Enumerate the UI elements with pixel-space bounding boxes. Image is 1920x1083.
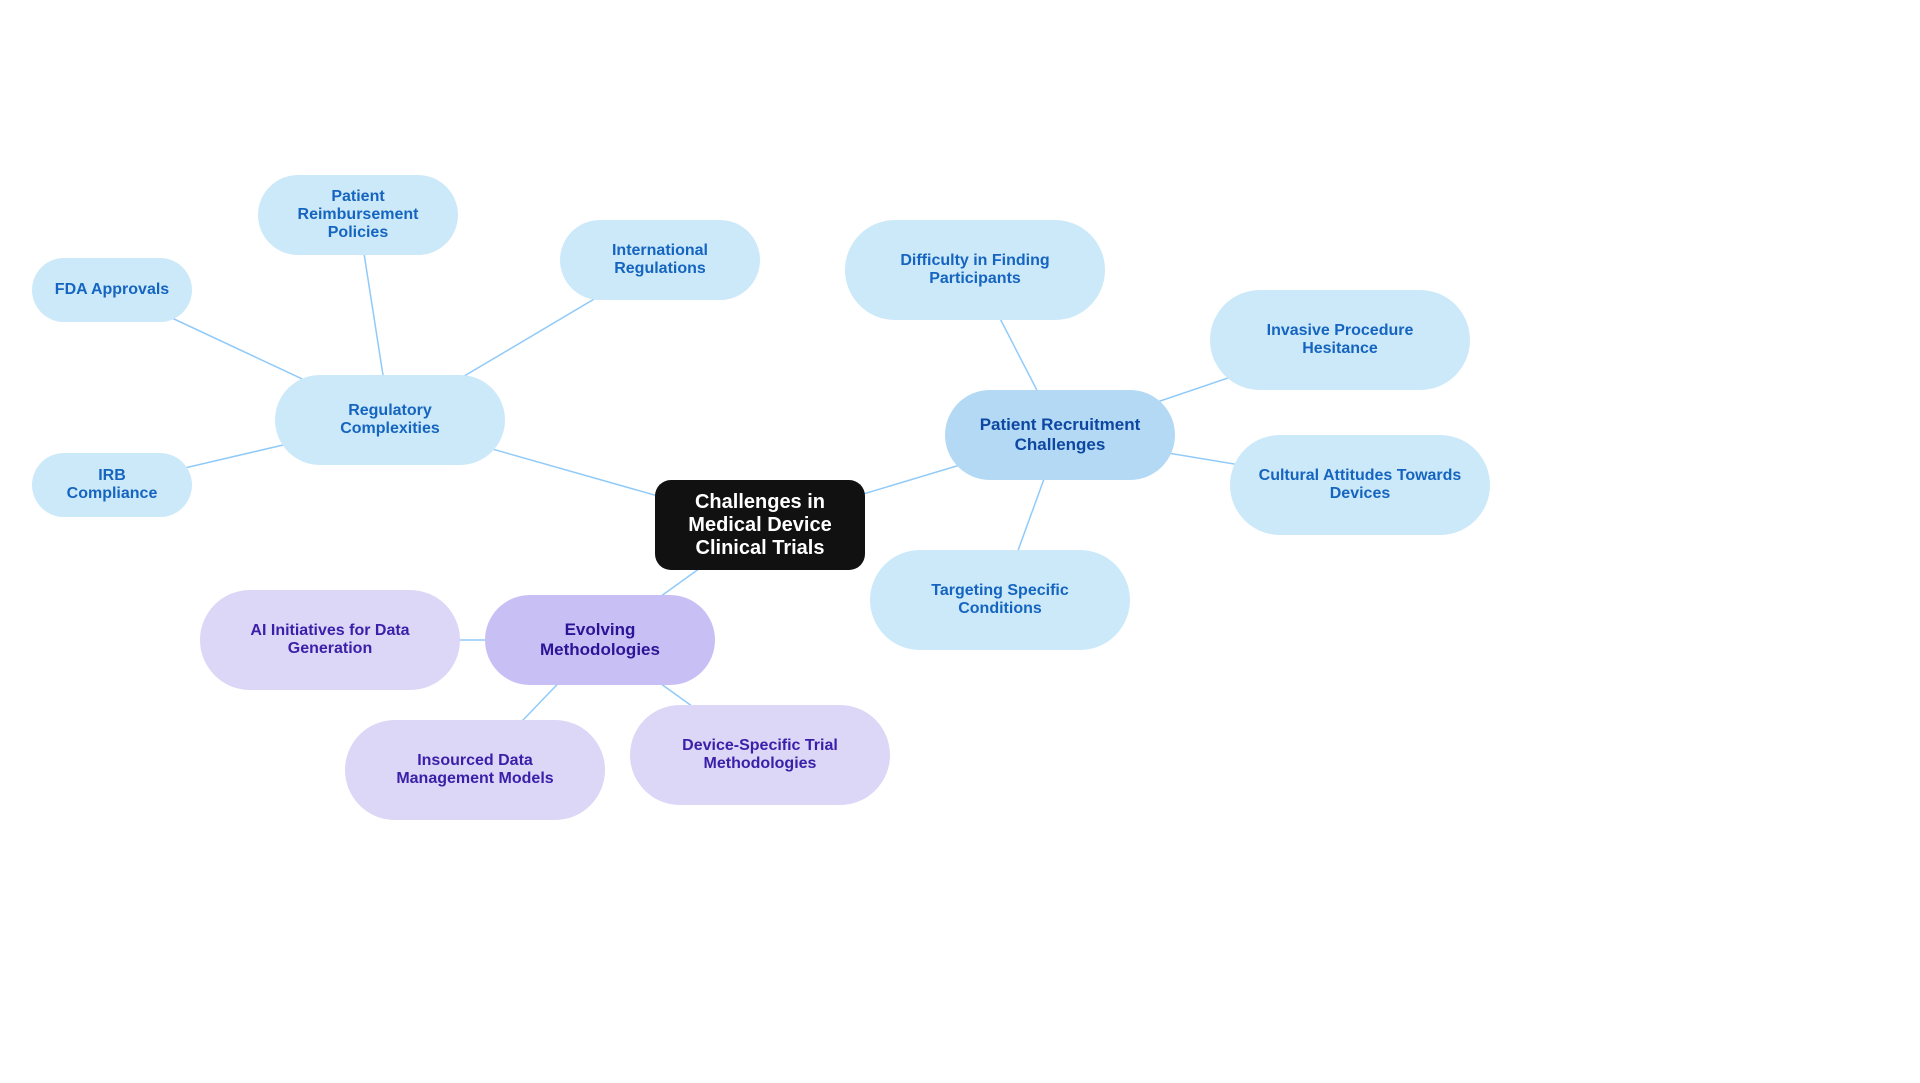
cultural-attitudes-label: Cultural Attitudes Towards Devices [1252,467,1468,503]
patient-recruitment-label: Patient Recruitment Challenges [969,415,1151,455]
ai-initiatives-node[interactable]: AI Initiatives for Data Generation [200,590,460,690]
invasive-procedure-label: Invasive Procedure Hesitance [1232,322,1448,358]
patient-recruitment-node[interactable]: Patient Recruitment Challenges [945,390,1175,480]
evolving-methodologies-node[interactable]: Evolving Methodologies [485,595,715,685]
patient-reimbursement-label: Patient Reimbursement Policies [280,188,436,242]
invasive-procedure-node[interactable]: Invasive Procedure Hesitance [1210,290,1470,390]
targeting-specific-node[interactable]: Targeting Specific Conditions [870,550,1130,650]
fda-approvals-label: FDA Approvals [55,281,169,299]
fda-approvals-node[interactable]: FDA Approvals [32,258,192,322]
insourced-data-label: Insourced Data Management Models [367,752,583,788]
irb-compliance-label: IRB Compliance [54,467,170,503]
international-regulations-label: International Regulations [582,242,738,278]
device-specific-node[interactable]: Device-Specific Trial Methodologies [630,705,890,805]
center-label: Challenges in Medical Device Clinical Tr… [673,491,847,560]
international-regulations-node[interactable]: International Regulations [560,220,760,300]
mindmap-container: Challenges in Medical Device Clinical Tr… [0,0,1920,1083]
regulatory-complexities-label: Regulatory Complexities [297,402,483,438]
connections-svg [0,0,1920,1083]
targeting-specific-label: Targeting Specific Conditions [892,582,1108,618]
device-specific-label: Device-Specific Trial Methodologies [652,737,868,773]
regulatory-complexities-node[interactable]: Regulatory Complexities [275,375,505,465]
insourced-data-node[interactable]: Insourced Data Management Models [345,720,605,820]
patient-reimbursement-node[interactable]: Patient Reimbursement Policies [258,175,458,255]
irb-compliance-node[interactable]: IRB Compliance [32,453,192,517]
difficulty-finding-node[interactable]: Difficulty in Finding Participants [845,220,1105,320]
center-node[interactable]: Challenges in Medical Device Clinical Tr… [655,480,865,570]
evolving-methodologies-label: Evolving Methodologies [509,620,691,660]
cultural-attitudes-node[interactable]: Cultural Attitudes Towards Devices [1230,435,1490,535]
ai-initiatives-label: AI Initiatives for Data Generation [222,622,438,658]
difficulty-finding-label: Difficulty in Finding Participants [867,252,1083,288]
